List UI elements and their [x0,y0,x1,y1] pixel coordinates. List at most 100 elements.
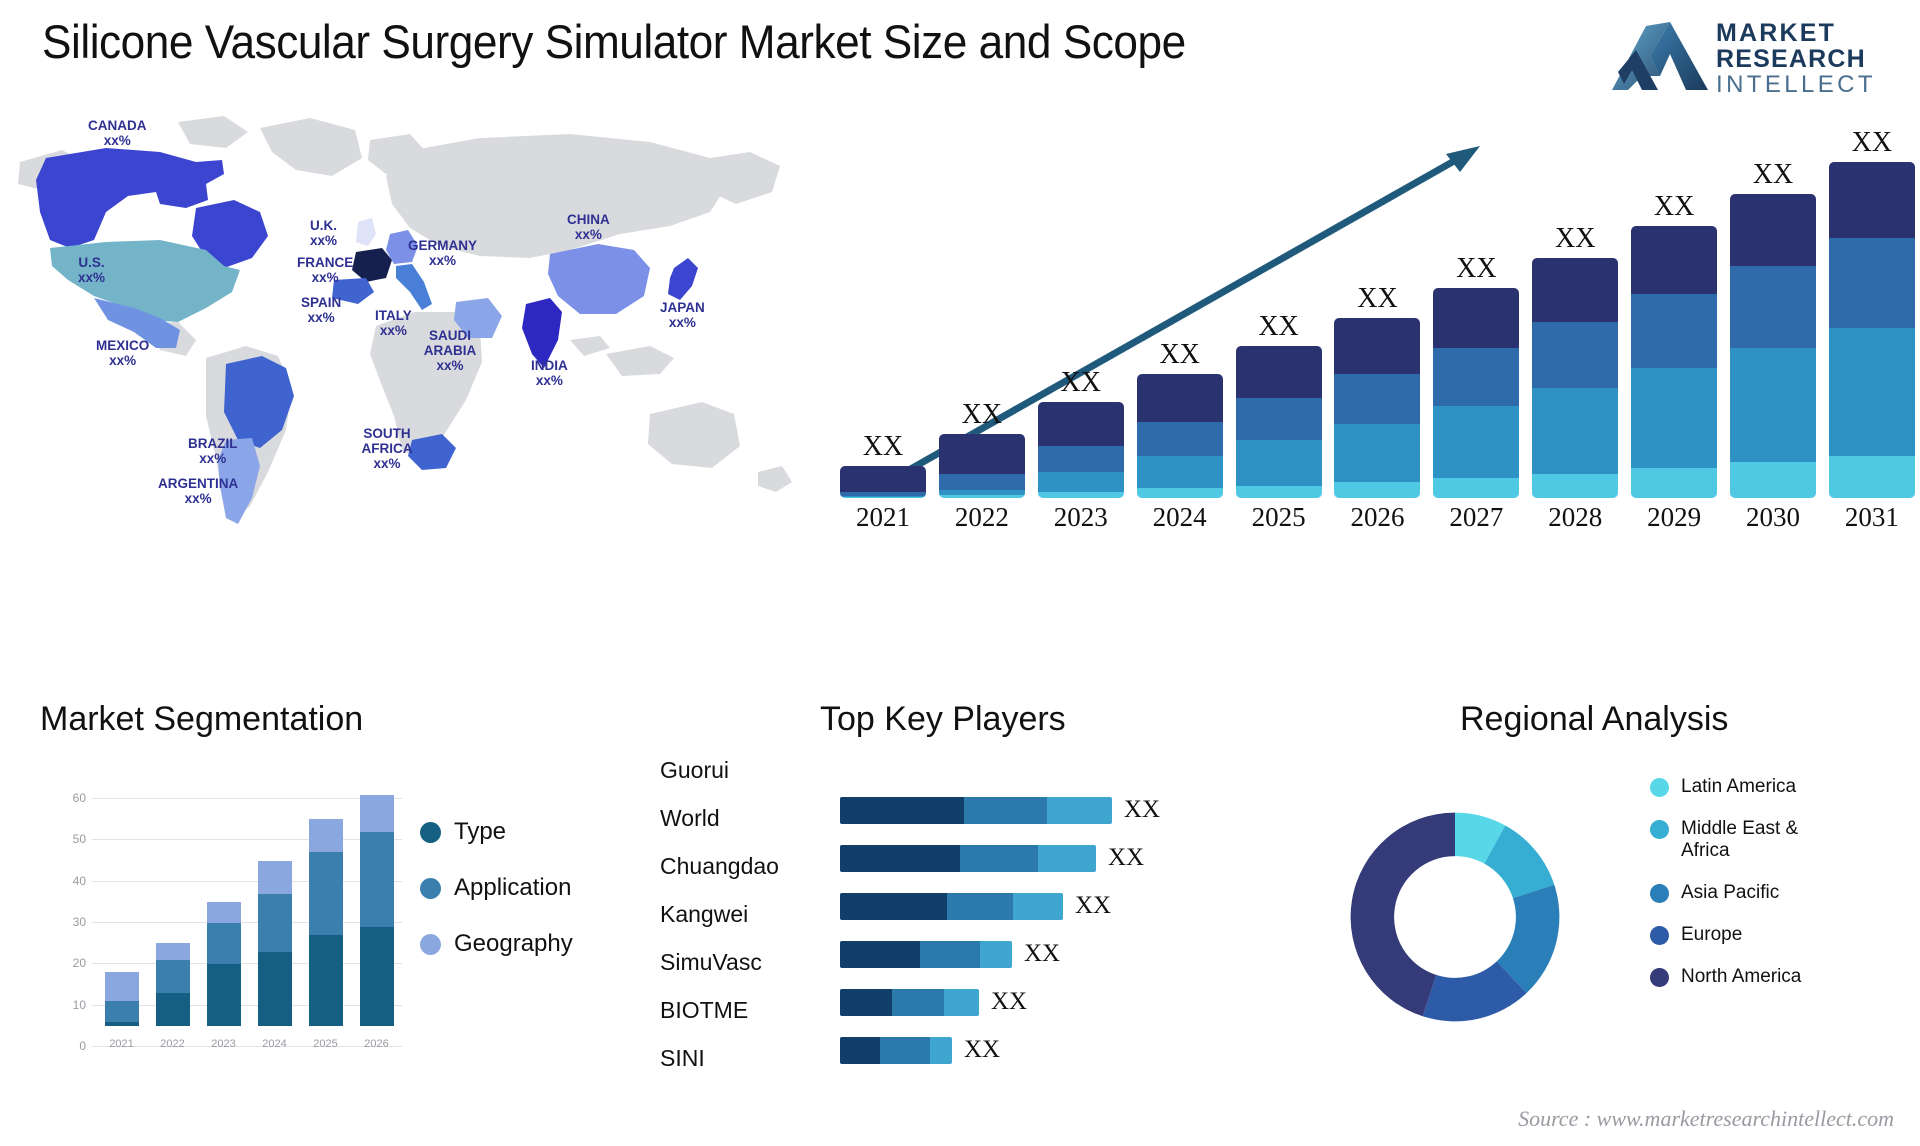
regional-legend-item: North America [1650,966,1841,988]
map-label-spain: SPAIN xx% [301,295,341,325]
segmentation-legend-item: Geography [420,930,573,958]
key-player-bar-row: XX [840,978,1160,1026]
segmentation-bar-segment [257,893,292,952]
forecast-bar-segment [1235,440,1322,486]
map-label-italy-value: xx% [379,323,407,338]
forecast-bar [1334,318,1421,498]
segmentation-bar-segment [104,1001,139,1022]
market-segmentation-chart: 0 10 20 30 40 50 60 2021 2022 2023 2024 2025 2026 [48,762,408,1062]
page-title: Silicone Vascular Surgery Simulator Mark… [42,15,1186,68]
forecast-bar-group: XX [1730,159,1817,498]
logo-line-research: RESEARCH [1716,45,1866,73]
segmentation-y-tick-label: 0 [79,1039,86,1053]
forecast-year-label: 2025 [1251,502,1306,532]
map-label-india-name: INDIA [531,358,568,373]
regional-legend-item: Latin America [1650,776,1841,798]
key-player-name: SINI [660,1045,705,1071]
map-label-mexico-value: xx% [109,353,137,368]
map-label-france-name: FRANCE [297,255,354,270]
forecast-year-label: 2024 [1152,502,1207,532]
segmentation-bar [308,778,343,1026]
key-player-bar [840,940,1012,968]
forecast-bar-segment [1730,348,1817,462]
key-player-bar-segment [947,892,1013,920]
logo-wordmark: MARKET RESEARCH INTELLECT [1716,20,1896,98]
key-player-bar-row: XX [840,930,1160,978]
forecast-bar-segment [1433,348,1520,406]
segmentation-bar-segment [206,922,241,964]
forecast-year-label: 2023 [1053,502,1108,532]
map-label-canada: CANADA xx% [88,118,147,148]
map-label-uk: U.K. xx% [310,218,337,248]
map-label-germany-value: xx% [428,253,457,268]
forecast-bar-group: XX [1532,223,1619,498]
legend-dot-icon [1650,926,1669,945]
segmentation-bars [96,778,402,1026]
key-player-name: Kangwei [660,901,749,927]
map-label-brazil: BRAZIL xx% [188,436,238,466]
country-japan [668,258,698,300]
map-label-saudi-arabia-name: SAUDI ARABIA [423,328,477,358]
segmentation-bar [206,778,241,1026]
forecast-year-label: 2029 [1647,502,1702,532]
forecast-bar-segment [1532,388,1619,474]
forecast-bar-value-label: XX [961,399,1003,430]
legend-dot-icon [1650,968,1669,987]
segmentation-bar-segment [308,935,343,1026]
map-label-mexico: MEXICO xx% [96,338,149,368]
forecast-bar-segment [1334,424,1421,482]
forecast-bar [1631,226,1718,498]
market-segmentation-panel: Market Segmentation 0 10 20 30 40 50 60 2021 20… [40,700,640,1120]
key-player-name: Guorui [660,757,730,783]
map-label-italy: ITALY xx% [375,308,412,338]
map-label-argentina-value: xx% [184,491,212,506]
forecast-bar-segment [1433,478,1520,498]
map-label-germany: GERMANY xx% [408,238,477,268]
forecast-bar-segment [1828,238,1915,328]
regional-analysis-legend: Latin America Middle East & Africa Asia Pa… [1650,776,1841,1008]
forecast-bar-segment [1136,488,1223,498]
legend-dot-icon [1650,778,1669,797]
segmentation-legend: Type Application Geography [420,818,573,986]
key-player-bar-row: XX [840,834,1160,882]
forecast-bar-group: XX [840,431,926,498]
map-label-china: CHINA xx% [567,212,610,242]
key-player-bar [840,988,979,1016]
key-player-value-label: XX [1075,892,1112,919]
key-player-value-label: XX [1024,940,1061,967]
key-player-name: SimuVasc [660,949,762,975]
logo-mountain-icon [1612,22,1708,90]
key-player-bar-segment [963,796,1048,824]
key-player-bar-segment [840,796,964,824]
legend-dot-icon [420,821,441,843]
map-label-spain-value: xx% [307,310,335,325]
forecast-bar-group: XX [1334,283,1421,498]
regional-legend-label: North America [1681,966,1802,987]
forecast-year-label: 2027 [1449,502,1504,532]
segmentation-bar-segment [206,964,241,1026]
key-player-bar-segment [892,988,944,1016]
map-label-canada-name: CANADA [88,118,147,133]
map-label-south-africa: SOUTH AFRICA xx% [357,426,417,471]
header: Silicone Vascular Surgery Simulator Mark… [0,0,1920,110]
map-label-saudi-arabia-value: xx% [436,358,464,373]
forecast-bar-segment [840,497,926,498]
map-label-india: INDIA xx% [531,358,568,388]
segmentation-y-tick-label: 40 [72,873,86,888]
segmentation-y-tick-label: 50 [72,832,86,847]
segmentation-legend-label: Geography [454,930,573,957]
map-label-china-name: CHINA [567,212,610,227]
map-label-uk-name: U.K. [310,218,338,233]
logo-line-market: MARKET [1716,19,1837,47]
key-player-bar-segment [840,844,960,872]
key-player-name: World [660,805,720,831]
segmentation-x-tick-label: 2026 [364,1038,389,1050]
key-player-value-label: XX [1123,796,1160,823]
forecast-bar-value-label: XX [862,431,904,462]
forecast-year-axis: 2021 2022 2023 2024 2025 2026 2027 2028 2029 2030… [840,502,1915,540]
forecast-bar-value-label: XX [1851,127,1893,158]
segmentation-x-tick-label: 2021 [109,1038,134,1050]
segmentation-y-tick-label: 20 [72,956,86,971]
map-label-japan-name: JAPAN [660,300,705,315]
forecast-year-label: 2028 [1548,502,1603,532]
